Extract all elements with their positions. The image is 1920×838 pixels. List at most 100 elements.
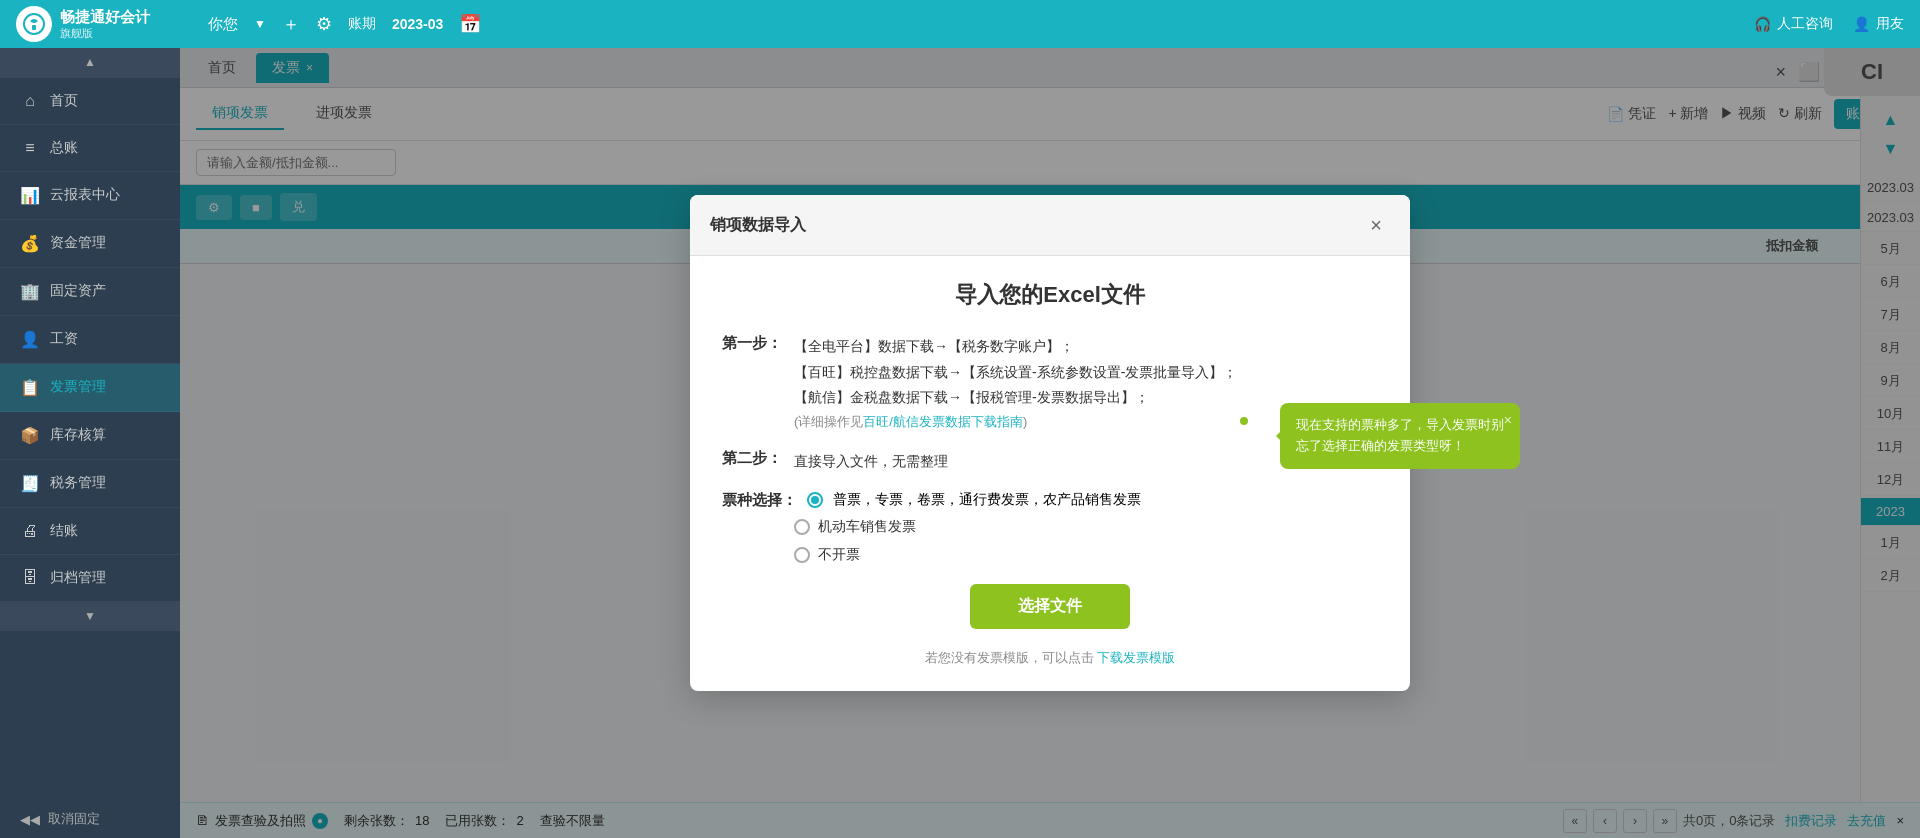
svg-rect-1 (32, 25, 36, 30)
scroll-down-arrow[interactable]: ▼ (84, 606, 96, 628)
step2-label: 第二步： (722, 449, 782, 474)
step1-line3: 【航信】金税盘数据下载→【报税管理-发票数据导出】； (794, 385, 1237, 410)
step1-link[interactable]: 百旺/航信发票数据下载指南 (863, 414, 1023, 429)
radio-motor-row: 机动车销售发票 (794, 518, 1378, 536)
step1-line2: 【百旺】税控盘数据下载→【系统设置-系统参数设置-发票批量导入】； (794, 360, 1237, 385)
logo: 畅捷通好会计 旗舰版 (16, 6, 196, 42)
step2-content: 直接导入文件，无需整理 (794, 449, 948, 474)
settings-icon[interactable]: ⚙ (316, 13, 332, 35)
cancel-pin-label: 取消固定 (48, 810, 100, 828)
top-bar-middle: 你您 ▼ ＋ ⚙ 账期 2023-03 📅 (208, 12, 1742, 36)
top-bar: 畅捷通好会计 旗舰版 你您 ▼ ＋ ⚙ 账期 2023-03 📅 🎧 人工咨询 … (0, 0, 1920, 48)
sidebar-label-archive: 归档管理 (50, 569, 106, 587)
modal-close-icon: × (1370, 214, 1382, 237)
tooltip-text: 现在支持的票种多了，导入发票时别忘了选择正确的发票类型呀！ (1296, 417, 1504, 453)
sidebar-item-ledger[interactable]: ≡ 总账 (0, 125, 180, 172)
sidebar-label-checkout: 结账 (50, 522, 78, 540)
logo-sub: 旗舰版 (60, 26, 150, 41)
stock-icon: 📦 (20, 426, 40, 445)
invoice-icon: 📋 (20, 378, 40, 397)
salary-icon: 👤 (20, 330, 40, 349)
sidebar-item-tax[interactable]: 🧾 税务管理 (0, 460, 180, 508)
period-value: 2023-03 (392, 16, 443, 32)
period-label: 账期 (348, 15, 376, 33)
sidebar-label-invoice: 发票管理 (50, 378, 106, 396)
sidebar-item-stock[interactable]: 📦 库存核算 (0, 412, 180, 460)
sidebar-label-ledger: 总账 (50, 139, 78, 157)
sidebar-item-archive[interactable]: 🗄 归档管理 (0, 555, 180, 602)
modal-body: 导入您的Excel文件 第一步： 【全电平台】数据下载→【税务数字账户】； 【百… (690, 256, 1410, 690)
sidebar-item-salary[interactable]: 👤 工资 (0, 316, 180, 364)
sidebar-label-tax: 税务管理 (50, 474, 106, 492)
sidebar-label-fund: 资金管理 (50, 234, 106, 252)
ticket-select-label: 票种选择： (722, 491, 797, 510)
step1-line1: 【全电平台】数据下载→【税务数字账户】； (794, 334, 1237, 359)
modal-main-title: 导入您的Excel文件 (722, 280, 1378, 310)
select-file-btn[interactable]: 选择文件 (970, 584, 1130, 629)
sidebar: ▲ ⌂ 首页 ≡ 总账 📊 云报表中心 💰 资金管理 🏢 固定资产 👤 工资 📋 (0, 48, 180, 838)
checkout-icon: 🖨 (20, 522, 40, 540)
logo-name: 畅捷通好会计 (60, 8, 150, 26)
user-label: 用友 (1876, 15, 1904, 33)
modal-header: 销项数据导入 × (690, 195, 1410, 256)
logo-icon (16, 6, 52, 42)
step1-label: 第一步： (722, 334, 782, 433)
add-icon[interactable]: ＋ (282, 12, 300, 36)
tooltip-bubble: × 现在支持的票种多了，导入发票时别忘了选择正确的发票类型呀！ (1280, 403, 1520, 469)
home-icon: ⌂ (20, 92, 40, 110)
user-icon: 👤 (1853, 16, 1870, 32)
tooltip-anchor-dot (1238, 415, 1250, 427)
scroll-up-arrow[interactable]: ▲ (84, 52, 96, 74)
sidebar-scroll-up[interactable]: ▲ (0, 48, 180, 78)
sidebar-item-invoice[interactable]: 📋 发票管理 (0, 364, 180, 412)
radio-no[interactable] (794, 547, 810, 563)
sidebar-label-asset: 固定资产 (50, 282, 106, 300)
service-label: 人工咨询 (1777, 15, 1833, 33)
download-template-link[interactable]: 下载发票模版 (1097, 650, 1175, 665)
archive-icon: 🗄 (20, 569, 40, 587)
sidebar-item-fund[interactable]: 💰 资金管理 (0, 220, 180, 268)
asset-icon: 🏢 (20, 282, 40, 301)
top-bar-right: 🎧 人工咨询 👤 用友 (1754, 15, 1904, 33)
ticket-select-row: 票种选择： 普票，专票，卷票，通行费发票，农产品销售发票 (722, 491, 1378, 510)
headset-icon: 🎧 (1754, 16, 1771, 32)
sidebar-scroll-down[interactable]: ▼ (0, 602, 180, 632)
sidebar-item-checkout[interactable]: 🖨 结账 (0, 508, 180, 555)
radio-motor[interactable] (794, 519, 810, 535)
pin-icon: ◀◀ (20, 812, 40, 827)
sidebar-item-cloud[interactable]: 📊 云报表中心 (0, 172, 180, 220)
modal-footer: 若您没有发票模版，可以点击 下载发票模版 (722, 649, 1378, 667)
svg-point-0 (24, 14, 44, 34)
sidebar-item-asset[interactable]: 🏢 固定资产 (0, 268, 180, 316)
main-layout: ▲ ⌂ 首页 ≡ 总账 📊 云报表中心 💰 资金管理 🏢 固定资产 👤 工资 📋 (0, 48, 1920, 838)
sidebar-cancel-pin[interactable]: ◀◀ 取消固定 (0, 800, 180, 838)
radio-common[interactable] (807, 492, 823, 508)
select-file-section: 选择文件 (722, 584, 1378, 629)
sidebar-label-cloud: 云报表中心 (50, 186, 120, 204)
ledger-icon: ≡ (20, 139, 40, 157)
company-name: 你您 (208, 15, 238, 34)
tooltip-close-btn[interactable]: × (1504, 409, 1512, 431)
radio-no-label: 不开票 (818, 546, 860, 564)
tax-icon: 🧾 (20, 474, 40, 493)
cloud-icon: 📊 (20, 186, 40, 205)
radio-no-row: 不开票 (794, 546, 1378, 564)
content-area: 首页 发票 × 销项发票 进项发票 📄 凭证 + 新增 (180, 48, 1920, 838)
sidebar-item-home[interactable]: ⌂ 首页 (0, 78, 180, 125)
step1-link-row: (详细操作见百旺/航信发票数据下载指南) (794, 410, 1237, 433)
calendar-icon[interactable]: 📅 (459, 13, 481, 35)
company-dropdown[interactable]: ▼ (254, 17, 266, 31)
step1-content: 【全电平台】数据下载→【税务数字账户】； 【百旺】税控盘数据下载→【系统设置-系… (794, 334, 1237, 433)
service-button[interactable]: 🎧 人工咨询 (1754, 15, 1833, 33)
modal-title: 销项数据导入 (710, 215, 806, 236)
radio-common-label: 普票，专票，卷票，通行费发票，农产品销售发票 (833, 491, 1141, 509)
sidebar-label-salary: 工资 (50, 330, 78, 348)
modal-close-btn[interactable]: × (1362, 211, 1390, 239)
radio-motor-label: 机动车销售发票 (818, 518, 916, 536)
ticket-section: 票种选择： 普票，专票，卷票，通行费发票，农产品销售发票 机动车销售发票 不开票 (722, 491, 1378, 564)
footer-text: 若您没有发票模版，可以点击 (925, 650, 1094, 665)
modal-overlay: 销项数据导入 × 导入您的Excel文件 第一步： 【全电平台】数据下载→【税务… (180, 48, 1920, 838)
sidebar-label-stock: 库存核算 (50, 426, 106, 444)
fund-icon: 💰 (20, 234, 40, 253)
user-button[interactable]: 👤 用友 (1853, 15, 1904, 33)
